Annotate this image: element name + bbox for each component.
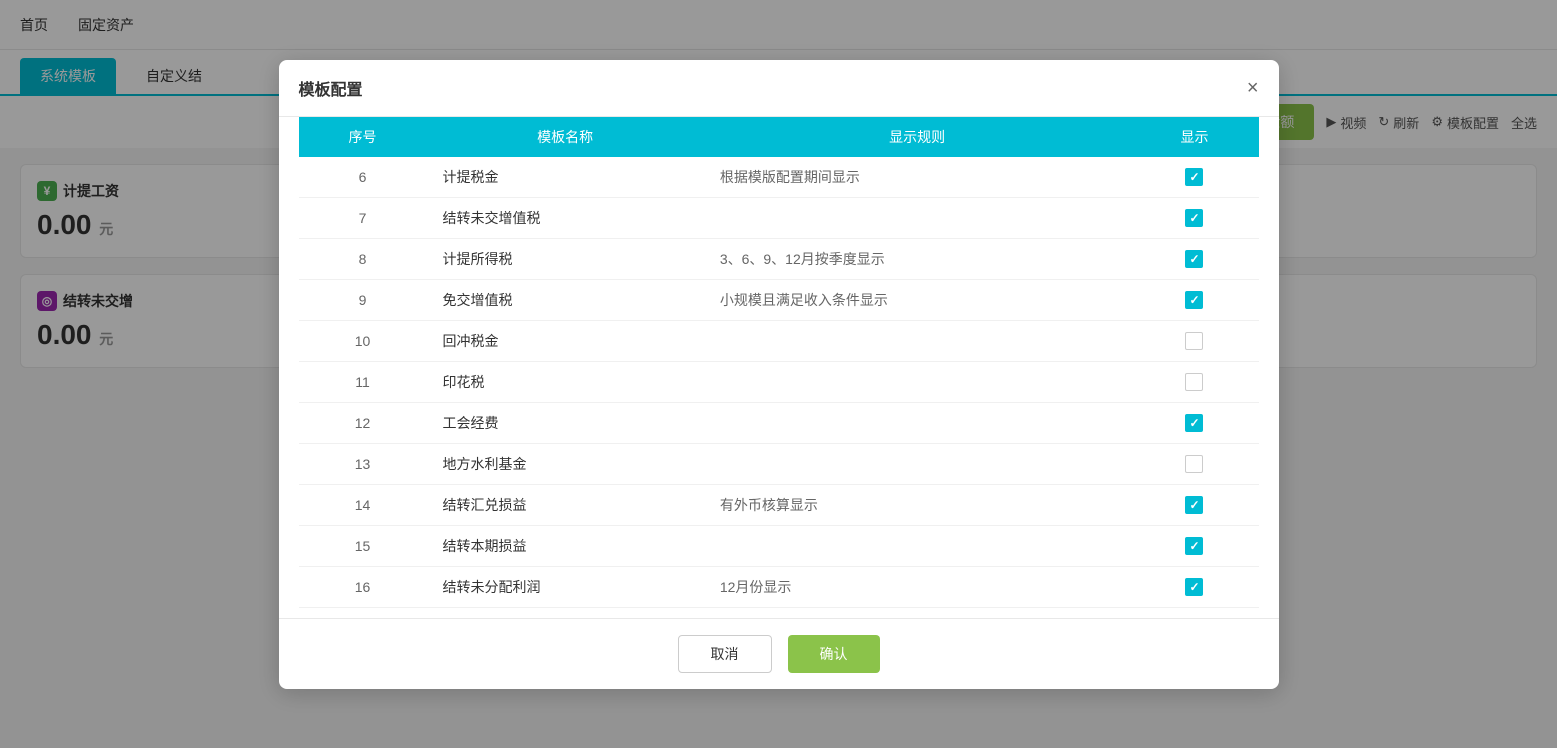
row-index: 10 bbox=[299, 320, 427, 361]
table-row: 11印花税 bbox=[299, 361, 1259, 402]
row-rule: 有外币核算显示 bbox=[704, 484, 1131, 525]
row-name: 结转汇兑损益 bbox=[427, 484, 704, 525]
row-rule bbox=[704, 525, 1131, 566]
row-index: 14 bbox=[299, 484, 427, 525]
table-row: 15结转本期损益 bbox=[299, 525, 1259, 566]
col-header-name: 模板名称 bbox=[427, 117, 704, 157]
display-checkbox[interactable] bbox=[1185, 168, 1203, 186]
modal-footer: 取消 确认 bbox=[279, 618, 1279, 689]
modal-header: 模板配置 × bbox=[279, 60, 1279, 117]
table-row: 6计提税金根据模版配置期间显示 bbox=[299, 157, 1259, 198]
confirm-button[interactable]: 确认 bbox=[788, 635, 880, 673]
table-row: 10回冲税金 bbox=[299, 320, 1259, 361]
display-checkbox[interactable] bbox=[1185, 373, 1203, 391]
row-index: 16 bbox=[299, 566, 427, 607]
row-rule bbox=[704, 402, 1131, 443]
col-header-display: 显示 bbox=[1130, 117, 1258, 157]
modal-overlay: 模板配置 × 序号 模板名称 显示规则 显示 6计提税金根据模版配置期间显示7结… bbox=[0, 0, 1557, 748]
display-checkbox[interactable] bbox=[1185, 250, 1203, 268]
display-checkbox[interactable] bbox=[1185, 414, 1203, 432]
row-rule: 3、6、9、12月按季度显示 bbox=[704, 238, 1131, 279]
row-rule: 12月份显示 bbox=[704, 566, 1131, 607]
row-name: 计提所得税 bbox=[427, 238, 704, 279]
row-rule bbox=[704, 361, 1131, 402]
row-index: 9 bbox=[299, 279, 427, 320]
row-display-cell bbox=[1130, 402, 1258, 443]
row-display-cell bbox=[1130, 157, 1258, 198]
row-index: 11 bbox=[299, 361, 427, 402]
row-name: 计提税金 bbox=[427, 157, 704, 198]
table-row: 8计提所得税3、6、9、12月按季度显示 bbox=[299, 238, 1259, 279]
row-rule: 根据模版配置期间显示 bbox=[704, 157, 1131, 198]
row-display-cell bbox=[1130, 320, 1258, 361]
row-display-cell bbox=[1130, 525, 1258, 566]
table-row: 9免交增值税小规模且满足收入条件显示 bbox=[299, 279, 1259, 320]
modal-body: 序号 模板名称 显示规则 显示 6计提税金根据模版配置期间显示7结转未交增值税8… bbox=[279, 117, 1279, 618]
row-display-cell bbox=[1130, 443, 1258, 484]
row-display-cell bbox=[1130, 566, 1258, 607]
display-checkbox[interactable] bbox=[1185, 291, 1203, 309]
display-checkbox[interactable] bbox=[1185, 455, 1203, 473]
row-name: 结转未分配利润 bbox=[427, 566, 704, 607]
modal-title: 模板配置 bbox=[299, 76, 363, 100]
display-checkbox[interactable] bbox=[1185, 332, 1203, 350]
row-name: 免交增值税 bbox=[427, 279, 704, 320]
display-checkbox[interactable] bbox=[1185, 537, 1203, 555]
table-row: 14结转汇兑损益有外币核算显示 bbox=[299, 484, 1259, 525]
col-header-index: 序号 bbox=[299, 117, 427, 157]
col-header-rule: 显示规则 bbox=[704, 117, 1131, 157]
table-row: 7结转未交增值税 bbox=[299, 197, 1259, 238]
row-display-cell bbox=[1130, 238, 1258, 279]
row-name: 工会经费 bbox=[427, 402, 704, 443]
row-name: 结转本期损益 bbox=[427, 525, 704, 566]
table-row: 13地方水利基金 bbox=[299, 443, 1259, 484]
display-checkbox[interactable] bbox=[1185, 496, 1203, 514]
cancel-button[interactable]: 取消 bbox=[678, 635, 772, 673]
table-row: 16结转未分配利润12月份显示 bbox=[299, 566, 1259, 607]
row-rule: 小规模且满足收入条件显示 bbox=[704, 279, 1131, 320]
table-row: 12工会经费 bbox=[299, 402, 1259, 443]
row-name: 地方水利基金 bbox=[427, 443, 704, 484]
template-config-modal: 模板配置 × 序号 模板名称 显示规则 显示 6计提税金根据模版配置期间显示7结… bbox=[279, 60, 1279, 689]
config-table: 序号 模板名称 显示规则 显示 6计提税金根据模版配置期间显示7结转未交增值税8… bbox=[299, 117, 1259, 608]
row-rule bbox=[704, 443, 1131, 484]
row-display-cell bbox=[1130, 361, 1258, 402]
row-name: 结转未交增值税 bbox=[427, 197, 704, 238]
display-checkbox[interactable] bbox=[1185, 578, 1203, 596]
row-display-cell bbox=[1130, 197, 1258, 238]
row-index: 15 bbox=[299, 525, 427, 566]
row-index: 8 bbox=[299, 238, 427, 279]
row-rule bbox=[704, 320, 1131, 361]
display-checkbox[interactable] bbox=[1185, 209, 1203, 227]
row-index: 13 bbox=[299, 443, 427, 484]
modal-close-button[interactable]: × bbox=[1247, 78, 1259, 98]
row-display-cell bbox=[1130, 484, 1258, 525]
row-index: 12 bbox=[299, 402, 427, 443]
row-name: 印花税 bbox=[427, 361, 704, 402]
row-index: 7 bbox=[299, 197, 427, 238]
row-index: 6 bbox=[299, 157, 427, 198]
row-name: 回冲税金 bbox=[427, 320, 704, 361]
row-display-cell bbox=[1130, 279, 1258, 320]
row-rule bbox=[704, 197, 1131, 238]
